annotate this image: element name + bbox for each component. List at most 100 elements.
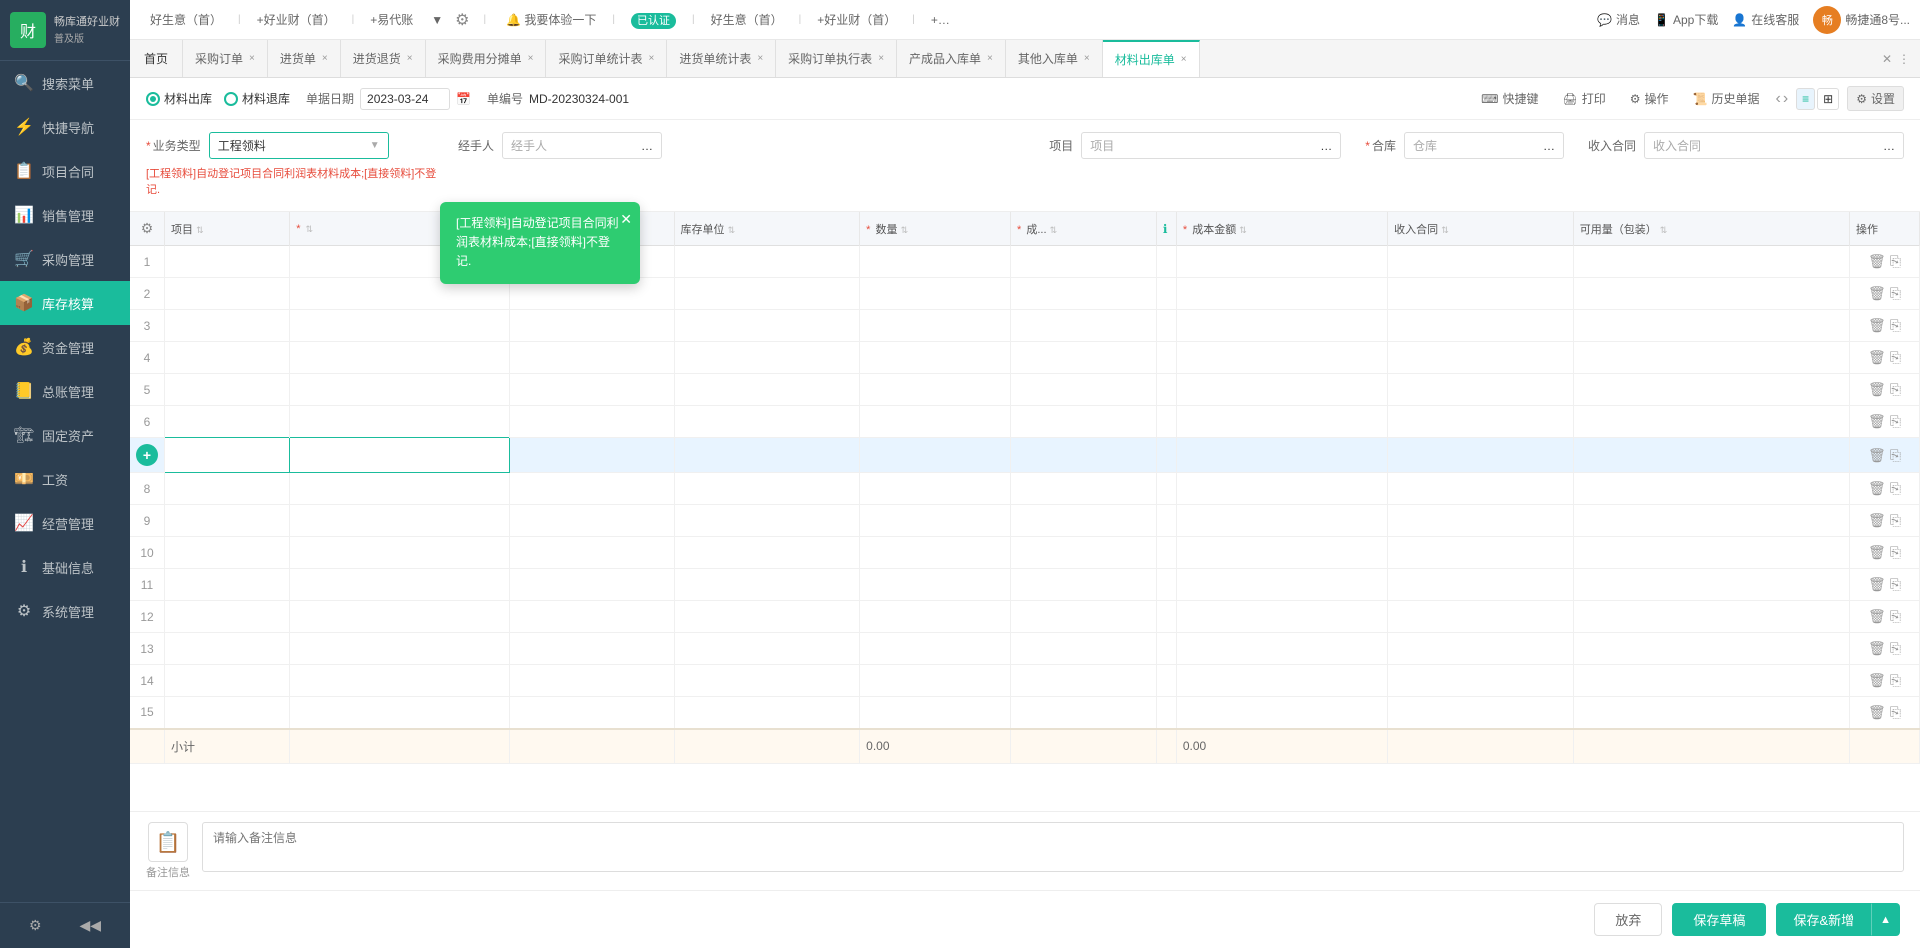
copy-row-icon[interactable]: ⎘ xyxy=(1890,253,1901,270)
tab-close-icon[interactable]: × xyxy=(1181,54,1187,65)
delete-row-icon[interactable]: 🗑 xyxy=(1868,608,1886,625)
print-button[interactable]: 🖨 打印 xyxy=(1554,87,1613,110)
delete-row-icon[interactable]: 🗑 xyxy=(1868,413,1886,430)
trial-experience[interactable]: 🔔 我要体验一下 xyxy=(496,7,606,32)
income-contract-input[interactable]: 收入合同 … xyxy=(1644,132,1904,159)
sidebar-item-salary[interactable]: 💴 工资 xyxy=(0,457,130,501)
tab-close-icon[interactable]: × xyxy=(249,53,255,64)
tab-goods-return[interactable]: 进货退货 × xyxy=(341,40,426,78)
sidebar-item-purchase[interactable]: 🛒 采购管理 xyxy=(0,237,130,281)
calendar-icon[interactable]: 📅 xyxy=(456,92,471,106)
copy-row-icon[interactable]: ⎘ xyxy=(1890,640,1901,657)
copy-row-icon[interactable]: ⎘ xyxy=(1890,704,1901,721)
delete-row-icon[interactable]: 🗑 xyxy=(1868,253,1886,270)
history-button[interactable]: 📜 历史单据 xyxy=(1685,87,1768,110)
delete-row-icon[interactable]: 🗑 xyxy=(1868,447,1886,464)
save-new-button[interactable]: 保存&新增 xyxy=(1776,903,1871,936)
biz-type-select[interactable]: 工程领料 ▼ xyxy=(209,132,389,159)
save-draft-button[interactable]: 保存草稿 xyxy=(1672,903,1766,936)
copy-row-icon[interactable]: ⎘ xyxy=(1890,576,1901,593)
tab-home[interactable]: 首页 xyxy=(130,40,183,78)
settings-button[interactable]: ⚙ xyxy=(25,913,46,938)
warehouse-input[interactable]: 仓库 … xyxy=(1404,132,1564,159)
tab-product-in[interactable]: 产成品入库单 × xyxy=(897,40,1006,78)
copy-row-icon[interactable]: ⎘ xyxy=(1890,608,1901,625)
project-input[interactable]: 项目 … xyxy=(1081,132,1341,159)
delete-row-icon[interactable]: 🗑 xyxy=(1868,381,1886,398)
tab-purchase-order[interactable]: 采购订单 × xyxy=(183,40,268,78)
online-service-button[interactable]: 👤 在线客服 xyxy=(1732,11,1799,28)
radio-material-out[interactable]: 材料出库 xyxy=(146,90,212,107)
delete-row-icon[interactable]: 🗑 xyxy=(1868,576,1886,593)
settings-button[interactable]: ⚙ 设置 xyxy=(1847,86,1904,111)
save-new-dropdown-arrow[interactable]: ▲ xyxy=(1871,903,1900,936)
delete-row-icon[interactable]: 🗑 xyxy=(1868,544,1886,561)
nav-more[interactable]: +… xyxy=(921,9,960,31)
sidebar-item-inventory[interactable]: 📦 库存核算 xyxy=(0,281,130,325)
tab-close-icon[interactable]: × xyxy=(987,53,993,64)
nav-good-biz[interactable]: 好生意（首） xyxy=(140,7,232,32)
tooltip-close-icon[interactable]: ✕ xyxy=(620,208,632,230)
tab-more-icon[interactable]: ⋮ xyxy=(1898,52,1910,66)
copy-row-icon[interactable]: ⎘ xyxy=(1890,544,1901,561)
sidebar-item-ops[interactable]: 📈 经营管理 xyxy=(0,501,130,545)
tab-purchase-expense[interactable]: 采购费用分摊单 × xyxy=(426,40,547,78)
discard-button[interactable]: 放弃 xyxy=(1594,903,1662,936)
nav-easy-agent[interactable]: +易代账 xyxy=(360,7,423,32)
sidebar-item-project-contract[interactable]: 📋 项目合同 xyxy=(0,149,130,193)
copy-row-icon[interactable]: ⎘ xyxy=(1890,512,1901,529)
copy-row-icon[interactable]: ⎘ xyxy=(1890,447,1901,464)
delete-row-icon[interactable]: 🗑 xyxy=(1868,317,1886,334)
copy-row-icon[interactable]: ⎘ xyxy=(1890,317,1901,334)
copy-row-icon[interactable]: ⎘ xyxy=(1890,413,1901,430)
shortcut-button[interactable]: ⌨ 快捷键 xyxy=(1473,87,1546,110)
table-settings-icon[interactable]: ⚙ xyxy=(141,220,154,236)
sidebar-item-finance[interactable]: 💰 资金管理 xyxy=(0,325,130,369)
collapse-button[interactable]: ◀◀ xyxy=(75,913,105,938)
copy-row-icon[interactable]: ⎘ xyxy=(1890,381,1901,398)
tab-close-icon[interactable]: × xyxy=(757,53,763,64)
delete-row-icon[interactable]: 🗑 xyxy=(1868,285,1886,302)
sidebar-item-fixed-assets[interactable]: 🏗 固定资产 xyxy=(0,413,130,457)
view-grid-icon[interactable]: ⊞ xyxy=(1817,88,1839,110)
nav-prev-icon[interactable]: ‹ xyxy=(1775,90,1780,108)
copy-row-icon[interactable]: ⎘ xyxy=(1890,285,1901,302)
nav-next-icon[interactable]: › xyxy=(1783,90,1788,108)
user-profile[interactable]: 畅 畅捷通8号... xyxy=(1813,6,1910,34)
nav-good-biz2[interactable]: 好生意（首） xyxy=(701,7,793,32)
notes-input[interactable] xyxy=(202,822,1904,872)
add-row-button[interactable]: + xyxy=(136,444,158,466)
nav-good-wealth2[interactable]: +好业财（首） xyxy=(807,7,906,32)
sidebar-item-accounting[interactable]: 📒 总账管理 xyxy=(0,369,130,413)
app-download-button[interactable]: 📱 App下载 xyxy=(1654,11,1718,28)
tab-material-out[interactable]: 材料出库单 × xyxy=(1103,40,1200,78)
tab-purchase-stats[interactable]: 采购订单统计表 × xyxy=(546,40,667,78)
sidebar-item-sales[interactable]: 📊 销售管理 xyxy=(0,193,130,237)
tab-close-icon[interactable]: × xyxy=(648,53,654,64)
close-all-icon[interactable]: ✕ xyxy=(1882,52,1892,66)
radio-material-return[interactable]: 材料退库 xyxy=(224,90,290,107)
tab-other-in[interactable]: 其他入库单 × xyxy=(1006,40,1103,78)
delete-row-icon[interactable]: 🗑 xyxy=(1868,640,1886,657)
copy-row-icon[interactable]: ⎘ xyxy=(1890,480,1901,497)
bill-date-input[interactable] xyxy=(360,88,450,110)
tab-close-icon[interactable]: × xyxy=(1084,53,1090,64)
sidebar-item-system[interactable]: ⚙ 系统管理 xyxy=(0,589,130,633)
agent-input[interactable]: 经手人 … xyxy=(502,132,662,159)
delete-row-icon[interactable]: 🗑 xyxy=(1868,672,1886,689)
view-list-icon[interactable]: ≡ xyxy=(1796,88,1815,110)
sidebar-item-search[interactable]: 🔍 搜索菜单 xyxy=(0,61,130,105)
delete-row-icon[interactable]: 🗑 xyxy=(1868,480,1886,497)
tab-close-icon[interactable]: × xyxy=(878,53,884,64)
message-button[interactable]: 💬 消息 xyxy=(1597,11,1640,28)
tab-close-icon[interactable]: × xyxy=(322,53,328,64)
operations-button[interactable]: ⚙ 操作 xyxy=(1622,87,1677,110)
delete-row-icon[interactable]: 🗑 xyxy=(1868,512,1886,529)
certified-badge[interactable]: 已认证 xyxy=(621,8,686,32)
tab-purchase-order-exec[interactable]: 采购订单执行表 × xyxy=(776,40,897,78)
sidebar-item-quick-nav[interactable]: ⚡ 快捷导航 xyxy=(0,105,130,149)
sidebar-item-basic-info[interactable]: ℹ 基础信息 xyxy=(0,545,130,589)
tab-close-icon[interactable]: × xyxy=(407,53,413,64)
delete-row-icon[interactable]: 🗑 xyxy=(1868,349,1886,366)
nav-good-wealth[interactable]: +好业财（首） xyxy=(247,7,346,32)
